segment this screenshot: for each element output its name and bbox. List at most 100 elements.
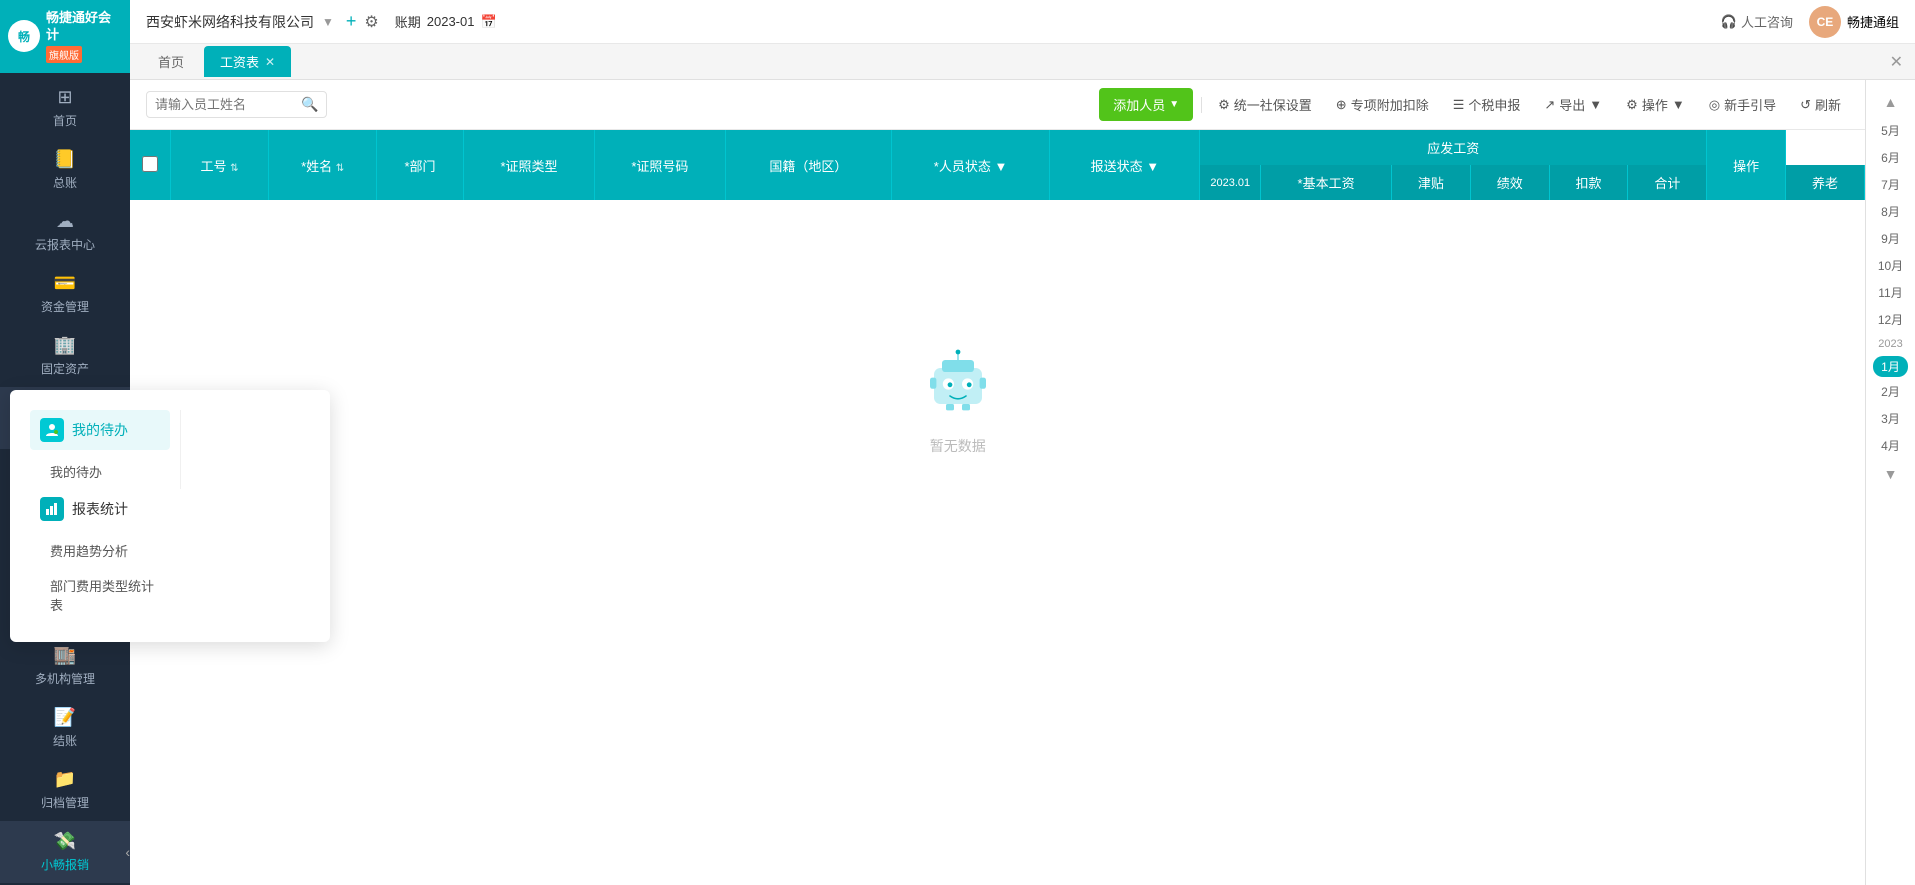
month-3[interactable]: 3月	[1873, 406, 1908, 431]
refresh-button[interactable]: ↺ 刷新	[1792, 91, 1849, 118]
popup-grid: 我的待办 我的待办 报表统计 费用趋势分析	[30, 410, 310, 622]
dept-cost-label: 部门费用类型统计表	[50, 579, 154, 613]
popup-divider	[180, 410, 181, 489]
app-logo[interactable]: 畅 畅捷通好会计 旗舰版	[0, 0, 130, 73]
add-person-label: 添加人员	[1113, 95, 1165, 114]
sidebar-item-assets[interactable]: 🏢 固定资产	[0, 325, 130, 387]
sidebar-item-home[interactable]: ⊞ 首页	[0, 77, 130, 139]
tab-salary[interactable]: 工资表 ✕	[204, 46, 291, 77]
tab-close-all-icon[interactable]: ✕	[1890, 52, 1903, 72]
th-action: 操作	[1707, 130, 1786, 200]
sidebar-item-fund[interactable]: 💳 资金管理	[0, 263, 130, 325]
toolbar-actions: 添加人员 ▼ ⚙ 统一社保设置 ⊕ 专项附加扣除	[1099, 88, 1849, 121]
operations-button[interactable]: ⚙ 操作 ▼	[1618, 91, 1693, 118]
social-security-icon: ⚙	[1218, 97, 1230, 113]
month-nav-up[interactable]: ▲	[1877, 88, 1905, 116]
popup-my-tasks-header[interactable]: 我的待办	[30, 410, 170, 450]
divider-1	[1201, 97, 1202, 113]
th-nationality: 国籍（地区）	[725, 130, 891, 200]
add-company-button[interactable]: +	[346, 11, 357, 32]
calendar-icon[interactable]: 📅	[480, 14, 496, 30]
salary-table: 工号 ⇅ *姓名 ⇅ *部门 *证照类型 *证照号码 国籍（地区） *人员状态 …	[130, 130, 1865, 600]
month-4[interactable]: 4月	[1873, 433, 1908, 458]
guide-button[interactable]: ◎ 新手引导	[1701, 91, 1784, 118]
tab-bar: 首页 工资表 ✕ ✕	[130, 44, 1915, 80]
sidebar-item-expense[interactable]: 💸 小畅报销 ‹	[0, 821, 130, 883]
search-box[interactable]: 🔍	[146, 91, 327, 118]
export-icon: ↗	[1544, 97, 1555, 113]
my-tasks-label: 我的待办	[72, 420, 128, 440]
tab-close-icon[interactable]: ✕	[265, 55, 275, 69]
search-input[interactable]	[155, 97, 295, 112]
support-button[interactable]: 🎧 人工咨询	[1721, 12, 1793, 31]
popup-col-reports: 报表统计 费用趋势分析 部门费用类型统计表	[30, 489, 170, 622]
my-pending-label: 我的待办	[50, 465, 102, 480]
refresh-icon: ↺	[1800, 97, 1811, 113]
sidebar-item-multi-org[interactable]: 🏬 多机构管理	[0, 635, 130, 697]
tab-home-label: 首页	[158, 52, 184, 71]
month-6[interactable]: 6月	[1873, 145, 1908, 170]
user-name: 畅捷通组	[1847, 12, 1899, 31]
month-9[interactable]: 9月	[1873, 226, 1908, 251]
dropdown-arrow-icon: ▼	[1169, 99, 1179, 110]
month-5[interactable]: 5月	[1873, 118, 1908, 143]
tax-deduction-label: 专项附加扣除	[1351, 95, 1429, 114]
sidebar-item-archive[interactable]: 📁 归档管理	[0, 759, 130, 821]
reports-label: 报表统计	[72, 499, 128, 519]
popup-col-my-tasks: 我的待办 我的待办	[30, 410, 170, 489]
month-1[interactable]: 1月	[1873, 356, 1908, 377]
operations-dropdown-icon: ▼	[1672, 97, 1685, 112]
current-year: 2023	[1876, 334, 1904, 354]
sidebar-label-ledger: 总账	[53, 174, 77, 191]
add-person-button[interactable]: 添加人员 ▼	[1099, 88, 1193, 121]
sidebar-item-close-account[interactable]: 📝 结账	[0, 697, 130, 759]
select-all-checkbox[interactable]	[142, 156, 158, 172]
th-department: *部门	[376, 130, 463, 200]
guide-label: 新手引导	[1724, 95, 1776, 114]
topbar: 西安虾米网络科技有限公司 ▼ + ⚙ 账期 2023-01 📅 🎧 人工咨询 C…	[130, 0, 1915, 44]
th-allowance: 津贴	[1392, 165, 1471, 200]
th-checkbox	[130, 130, 170, 200]
close-account-icon: 📝	[54, 707, 76, 728]
month-8[interactable]: 8月	[1873, 199, 1908, 224]
home-icon: ⊞	[57, 87, 72, 108]
sidebar-label-cloud: 云报表中心	[35, 236, 95, 253]
guide-icon: ◎	[1709, 97, 1720, 113]
empty-text: 暂无数据	[930, 436, 986, 456]
popup-reports-header[interactable]: 报表统计	[30, 489, 170, 529]
tax-deduction-button[interactable]: ⊕ 专项附加扣除	[1328, 91, 1437, 118]
export-button[interactable]: ↗ 导出 ▼	[1536, 91, 1610, 118]
popup-item-cost-trend[interactable]: 费用趋势分析	[30, 533, 170, 568]
multi-org-icon: 🏬	[54, 645, 76, 666]
popup-item-my-pending[interactable]: 我的待办	[30, 454, 170, 489]
month-nav-down[interactable]: ▼	[1877, 460, 1905, 488]
main-content: 西安虾米网络科技有限公司 ▼ + ⚙ 账期 2023-01 📅 🎧 人工咨询 C…	[130, 0, 1915, 885]
month-7[interactable]: 7月	[1873, 172, 1908, 197]
sidebar-label-assets: 固定资产	[41, 360, 89, 377]
popup-menu: 我的待办 我的待办 报表统计 费用趋势分析	[10, 390, 330, 642]
empty-state-cell: 暂无数据	[130, 200, 1786, 600]
month-11[interactable]: 11月	[1870, 280, 1910, 305]
company-settings-icon[interactable]: ⚙	[364, 12, 378, 32]
social-security-button[interactable]: ⚙ 统一社保设置	[1210, 91, 1320, 118]
company-dropdown-arrow[interactable]: ▼	[322, 15, 334, 29]
sidebar-item-cloud-report[interactable]: ☁ 云报表中心	[0, 201, 130, 263]
assets-icon: 🏢	[54, 335, 76, 356]
content-main: 🔍 添加人员 ▼ ⚙ 统一社保设置 ⊕	[130, 80, 1865, 885]
tab-home[interactable]: 首页	[142, 46, 200, 77]
month-12[interactable]: 12月	[1870, 307, 1911, 332]
sidebar-item-ledger[interactable]: 📒 总账	[0, 139, 130, 201]
empty-state: 暂无数据	[130, 200, 1786, 600]
th-person-status: *人员状态 ▼	[891, 130, 1050, 200]
tax-report-button[interactable]: ☰ 个税申报	[1445, 91, 1529, 118]
sidebar-label-close: 结账	[53, 732, 77, 749]
user-info[interactable]: CE 畅捷通组	[1809, 6, 1899, 38]
popup-item-dept-cost[interactable]: 部门费用类型统计表	[30, 568, 170, 622]
month-10[interactable]: 10月	[1870, 253, 1911, 278]
cloud-icon: ☁	[56, 211, 74, 232]
company-name: 西安虾米网络科技有限公司	[146, 12, 314, 32]
th-report-status: 报送状态 ▼	[1050, 130, 1200, 200]
tax-report-label: 个税申报	[1468, 95, 1520, 114]
month-2[interactable]: 2月	[1873, 379, 1908, 404]
tax-report-icon: ☰	[1453, 97, 1465, 113]
